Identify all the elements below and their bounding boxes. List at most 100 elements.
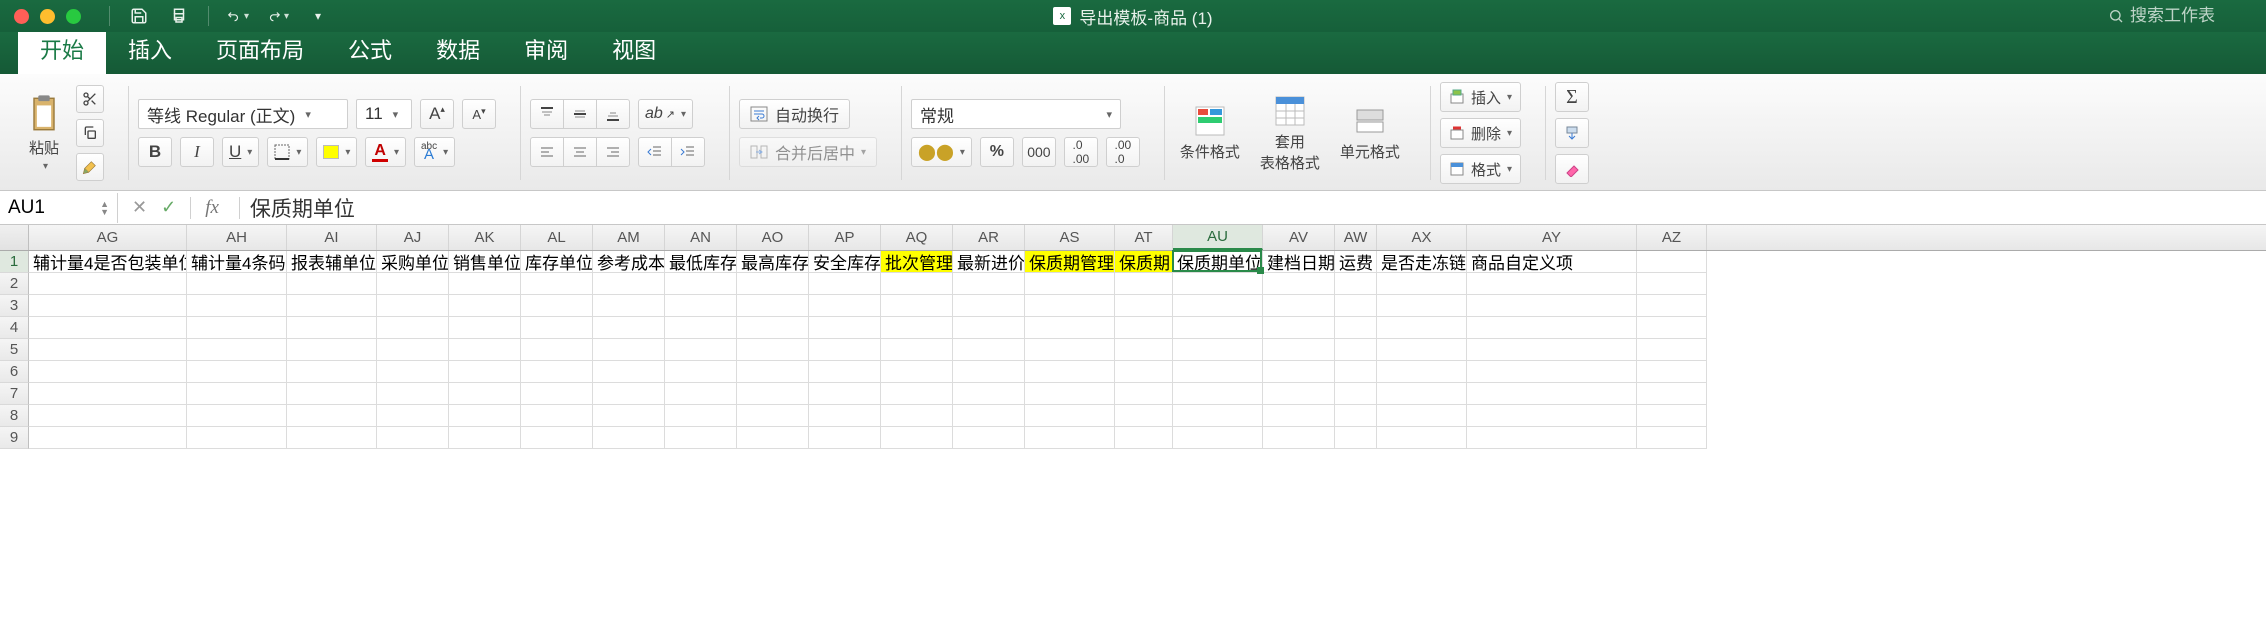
cell-AW4[interactable] xyxy=(1335,317,1377,339)
close-window-button[interactable] xyxy=(14,9,29,24)
cell-AG8[interactable] xyxy=(29,405,187,427)
cell-AM5[interactable] xyxy=(593,339,665,361)
cell-AK5[interactable] xyxy=(449,339,521,361)
cancel-formula-button[interactable]: ✕ xyxy=(132,197,147,218)
cell-AZ8[interactable] xyxy=(1637,405,1707,427)
cell-AP9[interactable] xyxy=(809,427,881,449)
column-header-AY[interactable]: AY xyxy=(1467,225,1637,250)
cell-AL9[interactable] xyxy=(521,427,593,449)
cell-AN6[interactable] xyxy=(665,361,737,383)
row-header-4[interactable]: 4 xyxy=(0,317,29,339)
cell-AO4[interactable] xyxy=(737,317,809,339)
cell-AQ5[interactable] xyxy=(881,339,953,361)
cell-AG7[interactable] xyxy=(29,383,187,405)
cell-AK2[interactable] xyxy=(449,273,521,295)
cell-AU7[interactable] xyxy=(1173,383,1263,405)
cell-AS9[interactable] xyxy=(1025,427,1115,449)
cell-AP8[interactable] xyxy=(809,405,881,427)
cell-AJ1[interactable]: 采购单位 xyxy=(377,251,449,273)
search-sheets[interactable] xyxy=(2108,6,2266,26)
cell-AQ6[interactable] xyxy=(881,361,953,383)
cell-AH2[interactable] xyxy=(187,273,287,295)
cell-AU9[interactable] xyxy=(1173,427,1263,449)
row-header-6[interactable]: 6 xyxy=(0,361,29,383)
cell-AX9[interactable] xyxy=(1377,427,1467,449)
cell-AK3[interactable] xyxy=(449,295,521,317)
cell-AO6[interactable] xyxy=(737,361,809,383)
row-header-9[interactable]: 9 xyxy=(0,427,29,449)
column-header-AT[interactable]: AT xyxy=(1115,225,1173,250)
cell-AL5[interactable] xyxy=(521,339,593,361)
align-left-button[interactable] xyxy=(530,137,564,167)
undo-icon[interactable]: ▾ xyxy=(227,5,249,27)
cell-AJ6[interactable] xyxy=(377,361,449,383)
cell-AV8[interactable] xyxy=(1263,405,1335,427)
align-center-button[interactable] xyxy=(563,137,597,167)
cell-AS1[interactable]: 保质期管理 xyxy=(1025,251,1115,273)
cell-AK1[interactable]: 销售单位 xyxy=(449,251,521,273)
cell-AQ8[interactable] xyxy=(881,405,953,427)
cell-AL7[interactable] xyxy=(521,383,593,405)
cell-AM9[interactable] xyxy=(593,427,665,449)
decrease-decimal-button[interactable]: .00.0 xyxy=(1106,137,1140,167)
column-header-AG[interactable]: AG xyxy=(29,225,187,250)
tab-data[interactable]: 数据 xyxy=(414,25,502,74)
row-header-2[interactable]: 2 xyxy=(0,273,29,295)
column-header-AH[interactable]: AH xyxy=(187,225,287,250)
cell-AQ2[interactable] xyxy=(881,273,953,295)
increase-decimal-button[interactable]: .0.00 xyxy=(1064,137,1098,167)
column-header-AM[interactable]: AM xyxy=(593,225,665,250)
insert-cells-button[interactable]: 插入▾ xyxy=(1440,82,1521,112)
cell-AN9[interactable] xyxy=(665,427,737,449)
cell-AW9[interactable] xyxy=(1335,427,1377,449)
autosum-button[interactable]: Σ xyxy=(1555,82,1589,112)
cell-AN8[interactable] xyxy=(665,405,737,427)
formula-input[interactable]: 保质期单位 xyxy=(240,189,2266,227)
cell-AS4[interactable] xyxy=(1025,317,1115,339)
row-header-3[interactable]: 3 xyxy=(0,295,29,317)
number-format-combo[interactable]: 常规▾ xyxy=(911,99,1121,129)
conditional-format-button[interactable]: 条件格式 xyxy=(1174,100,1246,166)
cell-AJ7[interactable] xyxy=(377,383,449,405)
wrap-text-button[interactable]: 自动换行 xyxy=(739,99,850,129)
name-box-input[interactable] xyxy=(8,197,78,219)
cell-AL4[interactable] xyxy=(521,317,593,339)
cell-AN4[interactable] xyxy=(665,317,737,339)
align-top-button[interactable] xyxy=(530,99,564,129)
cell-AK7[interactable] xyxy=(449,383,521,405)
comma-button[interactable]: 000 xyxy=(1022,137,1056,167)
cell-AM3[interactable] xyxy=(593,295,665,317)
fx-icon[interactable]: fx xyxy=(205,197,219,219)
cell-AX5[interactable] xyxy=(1377,339,1467,361)
cell-AX4[interactable] xyxy=(1377,317,1467,339)
cell-AT7[interactable] xyxy=(1115,383,1173,405)
cell-AX6[interactable] xyxy=(1377,361,1467,383)
cell-AY6[interactable] xyxy=(1467,361,1637,383)
cell-AX7[interactable] xyxy=(1377,383,1467,405)
tab-page-layout[interactable]: 页面布局 xyxy=(194,25,326,74)
cell-AH8[interactable] xyxy=(187,405,287,427)
cell-AK4[interactable] xyxy=(449,317,521,339)
cell-AJ4[interactable] xyxy=(377,317,449,339)
bold-button[interactable]: B xyxy=(138,137,172,167)
cell-AM2[interactable] xyxy=(593,273,665,295)
maximize-window-button[interactable] xyxy=(66,9,81,24)
cell-AW3[interactable] xyxy=(1335,295,1377,317)
cell-AI4[interactable] xyxy=(287,317,377,339)
cell-AQ7[interactable] xyxy=(881,383,953,405)
column-header-AV[interactable]: AV xyxy=(1263,225,1335,250)
cell-AI9[interactable] xyxy=(287,427,377,449)
orientation-button[interactable]: ab↗▾ xyxy=(638,99,693,129)
align-right-button[interactable] xyxy=(596,137,630,167)
increase-indent-button[interactable] xyxy=(671,137,705,167)
fill-color-button[interactable]: ▾ xyxy=(316,137,357,167)
merge-center-button[interactable]: 合并后居中▾ xyxy=(739,137,877,167)
cells-area[interactable]: 辅计量4是否包装单位辅计量4条码报表辅单位采购单位销售单位库存单位参考成本最低库… xyxy=(29,251,1707,449)
italic-button[interactable]: I xyxy=(180,137,214,167)
cell-AW8[interactable] xyxy=(1335,405,1377,427)
cell-AS5[interactable] xyxy=(1025,339,1115,361)
cell-AU8[interactable] xyxy=(1173,405,1263,427)
cell-AO8[interactable] xyxy=(737,405,809,427)
cell-AX8[interactable] xyxy=(1377,405,1467,427)
fill-button[interactable] xyxy=(1555,118,1589,148)
